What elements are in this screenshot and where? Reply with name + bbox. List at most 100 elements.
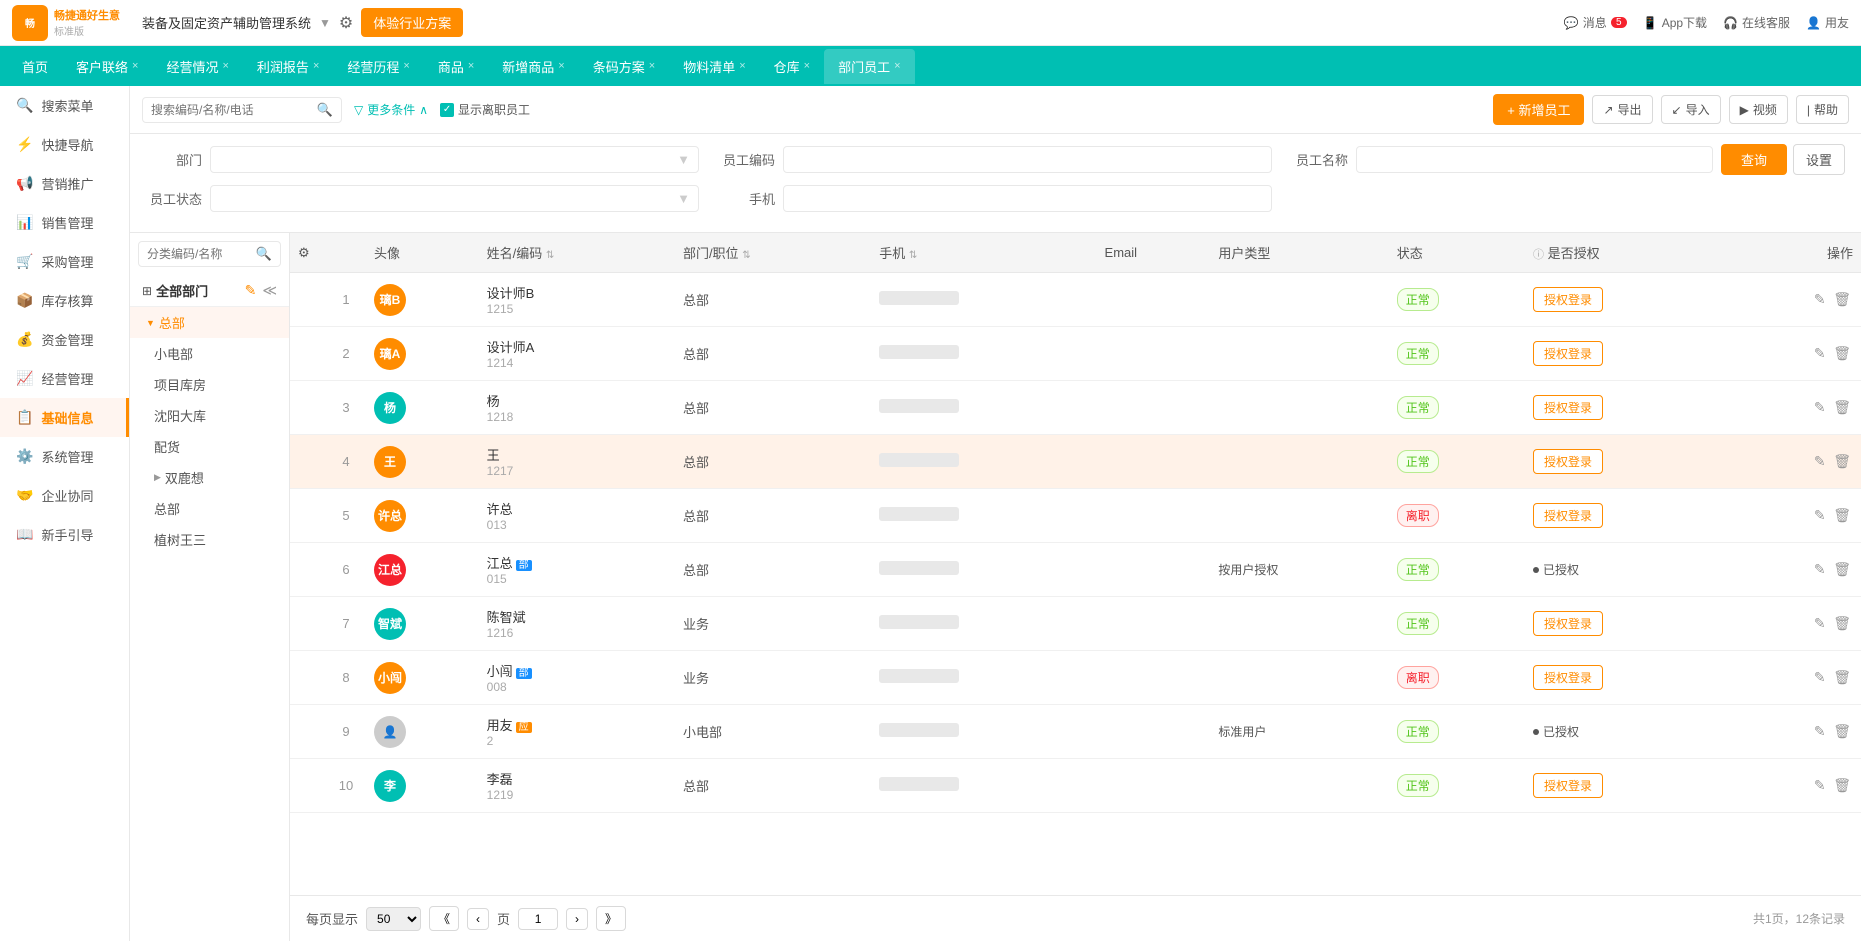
delete-icon[interactable]: 🗑 (1833, 615, 1851, 631)
dept-node-zhishu[interactable]: 植树王三 (130, 524, 289, 555)
close-icon[interactable]: × (403, 60, 409, 72)
search-button[interactable]: 查询 (1721, 144, 1787, 175)
emp-code-input[interactable] (783, 146, 1272, 173)
sidebar-item-finance[interactable]: 💰 资金管理 (0, 320, 129, 359)
close-icon[interactable]: × (739, 60, 745, 72)
tab-warehouse[interactable]: 仓库 × (760, 49, 824, 84)
edit-icon[interactable]: ✎ (1814, 291, 1826, 307)
sidebar-item-stock[interactable]: 📦 库存核算 (0, 281, 129, 320)
close-icon[interactable]: × (132, 60, 138, 72)
sidebar-item-basic[interactable]: 📋 基础信息 (0, 398, 129, 437)
edit-icon[interactable]: ✎ (1814, 507, 1826, 523)
settings-icon[interactable]: ⚙ (339, 13, 353, 33)
setting-button[interactable]: 设置 (1793, 144, 1845, 175)
page-size-select[interactable]: 50 100 200 (366, 907, 421, 931)
close-icon[interactable]: × (313, 60, 319, 72)
sidebar-item-marketing[interactable]: 📢 营销推广 (0, 164, 129, 203)
edit-icon[interactable]: ✎ (1814, 615, 1826, 631)
page-input[interactable] (518, 908, 558, 930)
sidebar-item-guide[interactable]: 📖 新手引导 (0, 515, 129, 554)
dept-node-xiangmu[interactable]: 项目库房 (130, 369, 289, 400)
close-icon[interactable]: × (894, 60, 900, 72)
collapse-icon[interactable]: ≪ (262, 282, 277, 299)
next-page-btn[interactable]: › (566, 908, 588, 930)
tab-home[interactable]: 首页 (8, 49, 62, 84)
delete-icon[interactable]: 🗑 (1833, 399, 1851, 415)
online-service-btn[interactable]: 🎧 在线客服 (1723, 14, 1790, 31)
dept-node-shuanglu[interactable]: ▶ 双鹿想 (130, 462, 289, 493)
app-download-btn[interactable]: 📱 App下载 (1643, 14, 1707, 31)
status-select[interactable]: ▼ (210, 185, 699, 212)
tab-employees[interactable]: 部门员工 × (824, 49, 914, 84)
tab-operation[interactable]: 经营情况 × (152, 49, 242, 84)
first-page-btn[interactable]: 《 (429, 906, 459, 931)
delete-icon[interactable]: 🗑 (1833, 723, 1851, 739)
tab-goods[interactable]: 商品 × (424, 49, 488, 84)
sidebar-item-collab[interactable]: 🤝 企业协同 (0, 476, 129, 515)
auth-btn[interactable]: 授权登录 (1533, 341, 1603, 366)
sort-phone-icon[interactable]: ⇅ (909, 250, 917, 261)
dept-search-input[interactable] (147, 247, 256, 261)
delete-icon[interactable]: 🗑 (1833, 561, 1851, 577)
close-icon[interactable]: × (468, 60, 474, 72)
dept-select[interactable]: ▼ (210, 146, 699, 173)
sidebar-item-business[interactable]: 📈 经营管理 (0, 359, 129, 398)
sys-title-dropdown[interactable]: ▼ (319, 16, 331, 30)
settings-col-icon[interactable]: ⚙ (298, 245, 310, 260)
sort-dept-icon[interactable]: ⇅ (742, 250, 750, 261)
delete-icon[interactable]: 🗑 (1833, 345, 1851, 361)
sort-name-icon[interactable]: ⇅ (546, 250, 554, 261)
sidebar-item-purchase[interactable]: 🛒 采购管理 (0, 242, 129, 281)
search-input[interactable] (151, 103, 317, 117)
dept-node-zongbu[interactable]: ▼ 总部 (130, 307, 289, 338)
video-button[interactable]: ▶ 视频 (1729, 95, 1788, 124)
edit-icon[interactable]: ✎ (1814, 669, 1826, 685)
tab-profit[interactable]: 利润报告 × (243, 49, 333, 84)
phone-input[interactable] (783, 185, 1272, 212)
auth-btn[interactable]: 授权登录 (1533, 287, 1603, 312)
add-employee-button[interactable]: + 新增员工 (1493, 94, 1584, 125)
auth-btn[interactable]: 授权登录 (1533, 395, 1603, 420)
close-icon[interactable]: × (804, 60, 810, 72)
edit-icon[interactable]: ✎ (1814, 453, 1826, 469)
tab-bom[interactable]: 物料清单 × (669, 49, 759, 84)
edit-dept-icon[interactable]: ✎ (245, 282, 257, 299)
tab-barcode[interactable]: 条码方案 × (579, 49, 669, 84)
dept-node-xiaodian[interactable]: 小电部 (130, 338, 289, 369)
close-icon[interactable]: × (558, 60, 564, 72)
import-button[interactable]: ↙ 导入 (1661, 95, 1721, 124)
delete-icon[interactable]: 🗑 (1833, 669, 1851, 685)
tab-customer[interactable]: 客户联络 × (62, 49, 152, 84)
dept-node-peihuo[interactable]: 配货 (130, 431, 289, 462)
prev-page-btn[interactable]: ‹ (467, 908, 489, 930)
delete-icon[interactable]: 🗑 (1833, 291, 1851, 307)
auth-btn[interactable]: 授权登录 (1533, 503, 1603, 528)
last-page-btn[interactable]: 》 (596, 906, 626, 931)
tab-add-goods[interactable]: 新增商品 × (488, 49, 578, 84)
tab-history[interactable]: 经营历程 × (333, 49, 423, 84)
edit-icon[interactable]: ✎ (1814, 777, 1826, 793)
sidebar-item-system[interactable]: ⚙️ 系统管理 (0, 437, 129, 476)
auth-btn[interactable]: 授权登录 (1533, 611, 1603, 636)
search-icon-btn[interactable]: 🔍 (317, 102, 333, 118)
export-button[interactable]: ↗ 导出 (1592, 95, 1652, 124)
edit-icon[interactable]: ✎ (1814, 723, 1826, 739)
delete-icon[interactable]: 🗑 (1833, 507, 1851, 523)
sidebar-item-nav[interactable]: ⚡ 快捷导航 (0, 125, 129, 164)
dept-node-zongbu2[interactable]: 总部 (130, 493, 289, 524)
auth-btn[interactable]: 授权登录 (1533, 665, 1603, 690)
delete-icon[interactable]: 🗑 (1833, 777, 1851, 793)
user-btn[interactable]: 👤 用友 (1806, 14, 1849, 31)
sidebar-item-search[interactable]: 🔍 搜索菜单 (0, 86, 129, 125)
help-button[interactable]: | 帮助 (1796, 95, 1849, 124)
sidebar-item-sales[interactable]: 📊 销售管理 (0, 203, 129, 242)
more-filter-btn[interactable]: ▽ 更多条件 ∧ (354, 101, 428, 118)
auth-btn[interactable]: 授权登录 (1533, 449, 1603, 474)
edit-icon[interactable]: ✎ (1814, 561, 1826, 577)
delete-icon[interactable]: 🗑 (1833, 453, 1851, 469)
close-icon[interactable]: × (649, 60, 655, 72)
trial-button[interactable]: 体验行业方案 (361, 8, 463, 37)
show-resigned-btn[interactable]: ✓ 显示离职员工 (440, 101, 530, 118)
close-icon[interactable]: × (222, 60, 228, 72)
edit-icon[interactable]: ✎ (1814, 345, 1826, 361)
